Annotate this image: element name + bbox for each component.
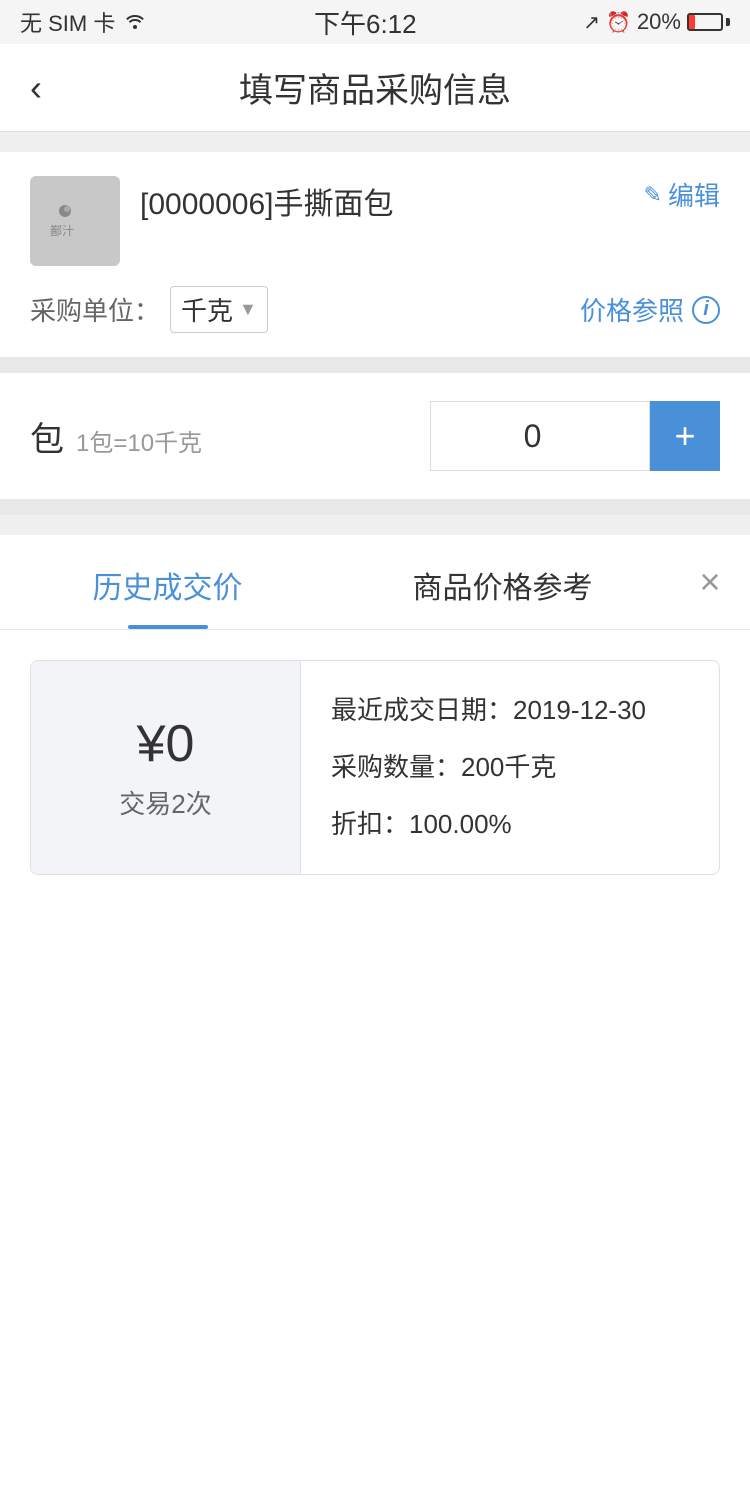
quantity-row: 包 1包=10千克 +: [0, 373, 750, 499]
qty-detail-label: 采购数量：: [331, 752, 461, 782]
date-value: 2019-12-30: [513, 695, 646, 725]
page-title: 填写商品采购信息: [90, 63, 660, 112]
back-button[interactable]: ‹: [30, 67, 90, 109]
trade-count: 交易2次: [119, 784, 211, 821]
location-icon: ↗: [583, 10, 600, 35]
price-ref-label: 价格参照: [580, 291, 684, 328]
status-time: 下午6:12: [314, 4, 417, 41]
wifi-icon: [123, 9, 147, 35]
unit-select[interactable]: 千克 ▼: [170, 286, 268, 333]
quantity-unit-name: 包: [30, 412, 64, 461]
status-left: 无 SIM 卡: [20, 6, 147, 38]
bottom-area: [0, 905, 750, 1505]
price-content: ¥0 交易2次 最近成交日期：2019-12-30 采购数量：200千克 折扣：…: [0, 630, 750, 905]
price-ref-button[interactable]: 价格参照 i: [580, 291, 720, 328]
product-image: 鄯汁: [30, 176, 120, 266]
qty-detail-value: 200千克: [461, 752, 556, 782]
edit-icon: ✎: [644, 182, 662, 208]
edit-button[interactable]: ✎ 编辑: [644, 176, 720, 213]
section-divider-2: [0, 499, 750, 515]
product-image-placeholder: 鄯汁: [45, 193, 105, 250]
price-discount-row: 折扣：100.00%: [331, 805, 689, 844]
info-icon: i: [692, 296, 720, 324]
unit-label: 采购单位： 千克 ▼: [30, 286, 268, 333]
price-tabs: 历史成交价 商品价格参考 ×: [0, 535, 750, 630]
price-card-right: 最近成交日期：2019-12-30 采购数量：200千克 折扣：100.00%: [301, 661, 719, 874]
price-amount: ¥0: [137, 714, 195, 774]
nav-bar: ‹ 填写商品采购信息: [0, 44, 750, 132]
price-card-left: ¥0 交易2次: [31, 661, 301, 874]
tab-history-price[interactable]: 历史成交价: [0, 535, 335, 629]
discount-value: 100.00%: [409, 809, 512, 839]
svg-text:鄯汁: 鄯汁: [50, 223, 74, 238]
battery-percent: 20%: [637, 9, 681, 35]
battery-icon: [687, 13, 730, 31]
price-reference-panel: 历史成交价 商品价格参考 × ¥0 交易2次 最近成交日期：2019-12-30…: [0, 535, 750, 905]
section-divider: [0, 357, 750, 373]
product-card: 鄯汁 [0000006]手撕面包 ✎ 编辑 采购单位： 千克 ▼ 价格参照 i: [0, 152, 750, 357]
product-title: [0000006]手撕面包: [140, 176, 393, 229]
discount-label: 折扣：: [331, 809, 409, 839]
quantity-plus-button[interactable]: +: [650, 401, 720, 471]
dropdown-arrow-icon: ▼: [239, 299, 257, 320]
price-card: ¥0 交易2次 最近成交日期：2019-12-30 采购数量：200千克 折扣：…: [30, 660, 720, 875]
status-right: ↗ ⏰ 20%: [583, 9, 730, 35]
status-bar: 无 SIM 卡 下午6:12 ↗ ⏰ 20%: [0, 0, 750, 44]
product-left: 鄯汁 [0000006]手撕面包: [30, 176, 393, 266]
quantity-label: 包 1包=10千克: [30, 412, 202, 461]
price-qty-row: 采购数量：200千克: [331, 748, 689, 787]
unit-label-text: 采购单位：: [30, 291, 160, 328]
unit-value: 千克: [181, 291, 233, 328]
close-panel-button[interactable]: ×: [670, 541, 750, 623]
edit-label: 编辑: [668, 176, 720, 213]
product-unit-row: 采购单位： 千克 ▼ 价格参照 i: [30, 286, 720, 333]
sim-text: 无 SIM 卡: [20, 6, 115, 38]
price-date-row: 最近成交日期：2019-12-30: [331, 691, 689, 730]
date-label: 最近成交日期：: [331, 695, 513, 725]
product-header: 鄯汁 [0000006]手撕面包 ✎ 编辑: [30, 176, 720, 266]
quantity-input-group: +: [430, 401, 720, 471]
tab-product-price-ref[interactable]: 商品价格参考: [335, 535, 670, 629]
quantity-input[interactable]: [430, 401, 650, 471]
quantity-conversion: 1包=10千克: [76, 423, 202, 458]
alarm-icon: ⏰: [606, 10, 631, 35]
